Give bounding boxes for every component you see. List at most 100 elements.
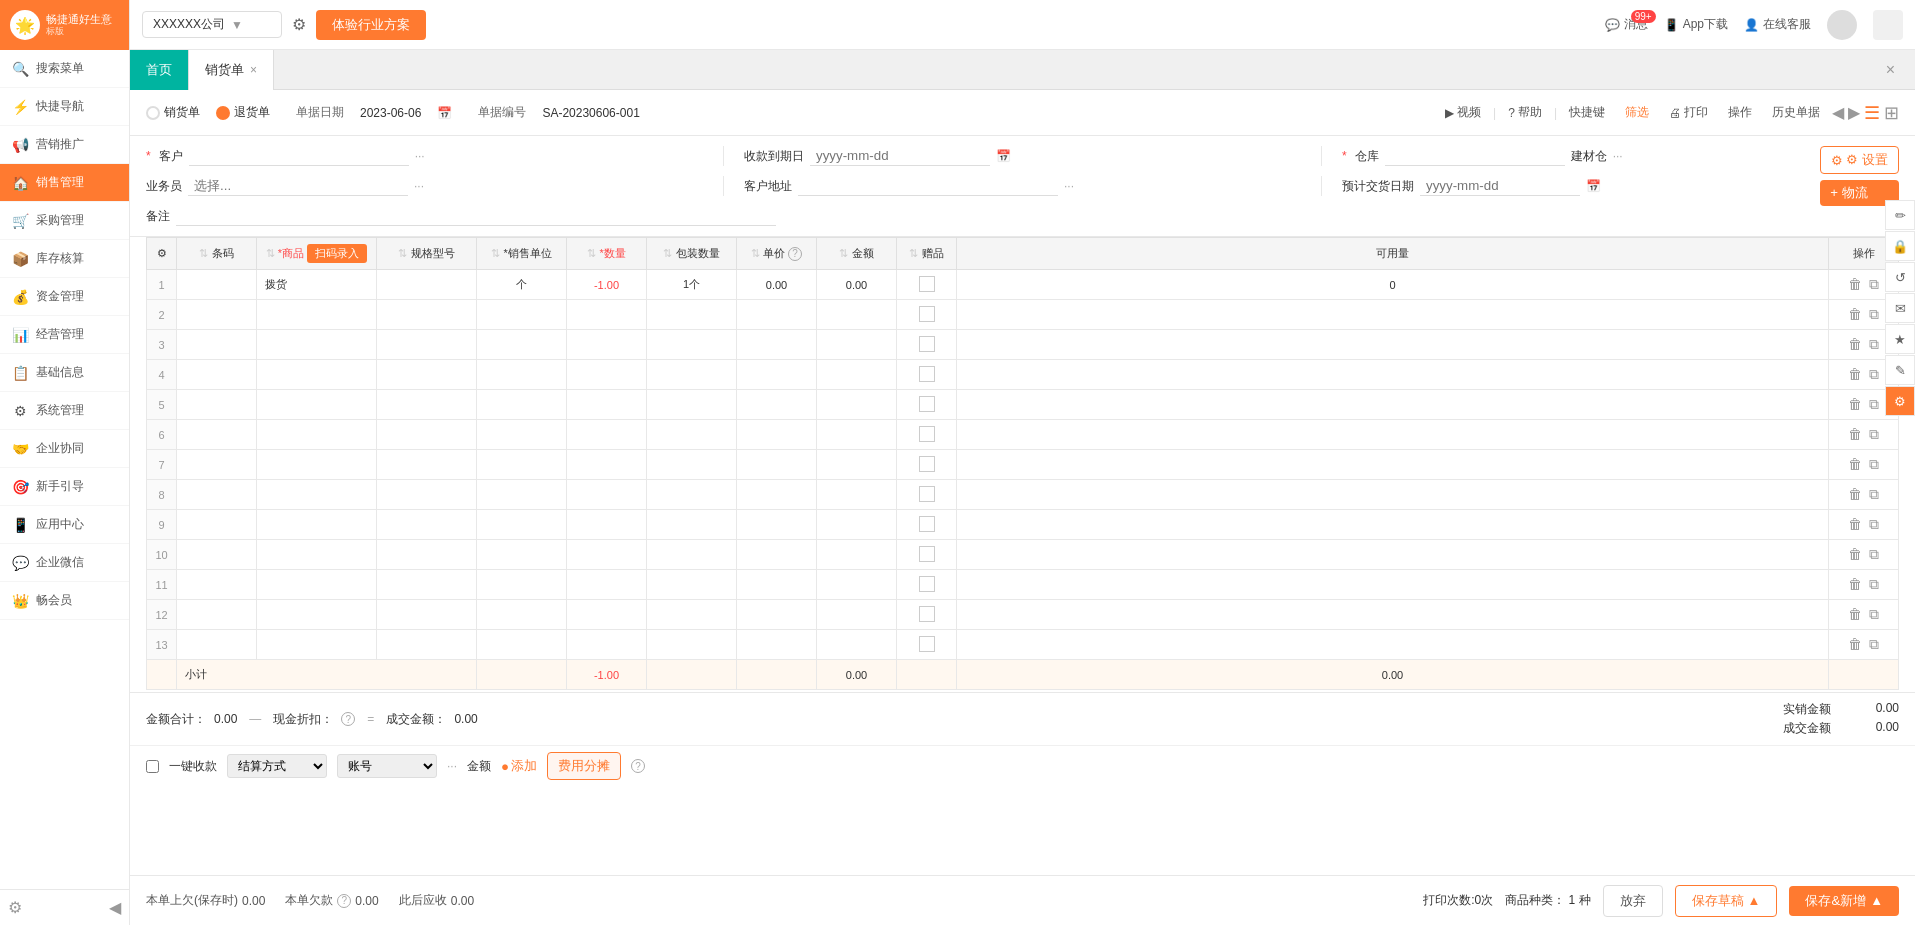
qty-cell-6[interactable] [567,450,647,480]
sidebar-item-sales[interactable]: 🏠 销售管理 [0,164,129,202]
tab-home[interactable]: 首页 [130,50,189,90]
spec-cell-9[interactable] [377,540,477,570]
barcode-cell-0[interactable] [177,270,257,300]
copy-row-btn-6[interactable]: ⧉ [1867,454,1881,475]
product-cell-10[interactable] [257,570,377,600]
sidebar-item-purchase[interactable]: 🛒 采购管理 [0,202,129,240]
rt-item-7[interactable]: ⚙ [1885,386,1915,416]
copy-row-btn-7[interactable]: ⧉ [1867,484,1881,505]
unit-price-cell-6[interactable] [737,450,817,480]
spec-cell-8[interactable] [377,510,477,540]
spec-cell-12[interactable] [377,630,477,660]
pkg-qty-cell-0[interactable]: 1个 [647,270,737,300]
date-calendar-icon[interactable]: 📅 [437,106,452,120]
barcode-cell-6[interactable] [177,450,257,480]
product-cell-7[interactable] [257,480,377,510]
copy-row-btn-1[interactable]: ⧉ [1867,304,1881,325]
qty-cell-7[interactable] [567,480,647,510]
gift-cell-4[interactable] [897,390,957,420]
product-cell-6[interactable] [257,450,377,480]
user-menu[interactable] [1873,10,1903,40]
salesperson-dots-icon[interactable]: ··· [414,179,424,193]
sidebar-item-quick-nav[interactable]: ⚡ 快捷导航 [0,88,129,126]
grid-view-btn[interactable]: ☰ [1864,102,1880,124]
unit-price-cell-3[interactable] [737,360,817,390]
unit-cell-10[interactable] [477,570,567,600]
sidebar-item-search[interactable]: 🔍 搜索菜单 [0,50,129,88]
rt-item-1[interactable]: ✏ [1885,200,1915,230]
amount-cell-3[interactable] [817,360,897,390]
history-btn[interactable]: 历史单据 [1764,100,1828,125]
product-cell-9[interactable] [257,540,377,570]
amount-cell-12[interactable] [817,630,897,660]
unit-cell-9[interactable] [477,540,567,570]
spec-cell-5[interactable] [377,420,477,450]
expected-date-input[interactable] [1420,176,1580,196]
delete-row-btn-2[interactable]: 🗑 [1846,334,1864,354]
qty-cell-2[interactable] [567,330,647,360]
pkg-qty-cell-11[interactable] [647,600,737,630]
shortcut-btn[interactable]: 快捷键 [1561,100,1613,125]
gift-cell-2[interactable] [897,330,957,360]
window-close-icon[interactable]: × [1886,61,1895,79]
barcode-cell-8[interactable] [177,510,257,540]
unit-cell-0[interactable]: 个 [477,270,567,300]
product-cell-0[interactable]: 拨货 [257,270,377,300]
barcode-cell-7[interactable] [177,480,257,510]
amount-cell-5[interactable] [817,420,897,450]
unit-price-cell-8[interactable] [737,510,817,540]
delete-row-btn-0[interactable]: 🗑 [1846,274,1864,294]
sidebar-collapse-icon[interactable]: ◀ [109,898,121,917]
sidebar-item-system[interactable]: ⚙ 系统管理 [0,392,129,430]
unit-price-cell-1[interactable] [737,300,817,330]
radio-sale-type[interactable]: 销货单 [146,104,200,121]
user-avatar[interactable] [1827,10,1857,40]
pkg-qty-cell-3[interactable] [647,360,737,390]
amount-cell-7[interactable] [817,480,897,510]
expected-date-calendar-icon[interactable]: 📅 [1586,179,1601,193]
sort-icon[interactable]: ⇅ [199,247,208,259]
add-payment-button[interactable]: ● 添加 [501,757,537,775]
qty-cell-4[interactable] [567,390,647,420]
barcode-cell-4[interactable] [177,390,257,420]
gift-cell-0[interactable] [897,270,957,300]
customer-input[interactable] [189,146,409,166]
delete-row-btn-11[interactable]: 🗑 [1846,604,1864,624]
trial-plan-button[interactable]: 体验行业方案 [316,10,426,40]
product-cell-8[interactable] [257,510,377,540]
gift-cell-1[interactable] [897,300,957,330]
unit-cell-1[interactable] [477,300,567,330]
spec-cell-3[interactable] [377,360,477,390]
warehouse-dots-icon[interactable]: ··· [1613,149,1623,163]
unit-cell-8[interactable] [477,510,567,540]
unit-cell-4[interactable] [477,390,567,420]
payment-dots-icon[interactable]: ··· [447,759,457,773]
pkg-qty-cell-12[interactable] [647,630,737,660]
copy-row-btn-3[interactable]: ⧉ [1867,364,1881,385]
qty-cell-11[interactable] [567,600,647,630]
delete-row-btn-5[interactable]: 🗑 [1846,424,1864,444]
unit-price-cell-0[interactable]: 0.00 [737,270,817,300]
barcode-cell-9[interactable] [177,540,257,570]
unit-price-help-icon[interactable]: ? [788,247,802,261]
gift-cell-9[interactable] [897,540,957,570]
unit-price-cell-4[interactable] [737,390,817,420]
sidebar-item-management[interactable]: 📊 经营管理 [0,316,129,354]
unit-cell-3[interactable] [477,360,567,390]
qty-cell-10[interactable] [567,570,647,600]
rt-item-3[interactable]: ↺ [1885,262,1915,292]
pkg-qty-cell-1[interactable] [647,300,737,330]
discount-help-icon[interactable]: ? [341,712,355,726]
unit-cell-11[interactable] [477,600,567,630]
barcode-cell-10[interactable] [177,570,257,600]
tab-sales-order[interactable]: 销货单 × [189,50,274,90]
sidebar-item-member[interactable]: 👑 畅会员 [0,582,129,620]
sidebar-item-wechat[interactable]: 💬 企业微信 [0,544,129,582]
unit-price-cell-9[interactable] [737,540,817,570]
delete-row-btn-1[interactable]: 🗑 [1846,304,1864,324]
pkg-qty-cell-7[interactable] [647,480,737,510]
remark-input[interactable] [176,206,776,226]
copy-row-btn-10[interactable]: ⧉ [1867,574,1881,595]
unit-price-cell-11[interactable] [737,600,817,630]
gift-cell-12[interactable] [897,630,957,660]
